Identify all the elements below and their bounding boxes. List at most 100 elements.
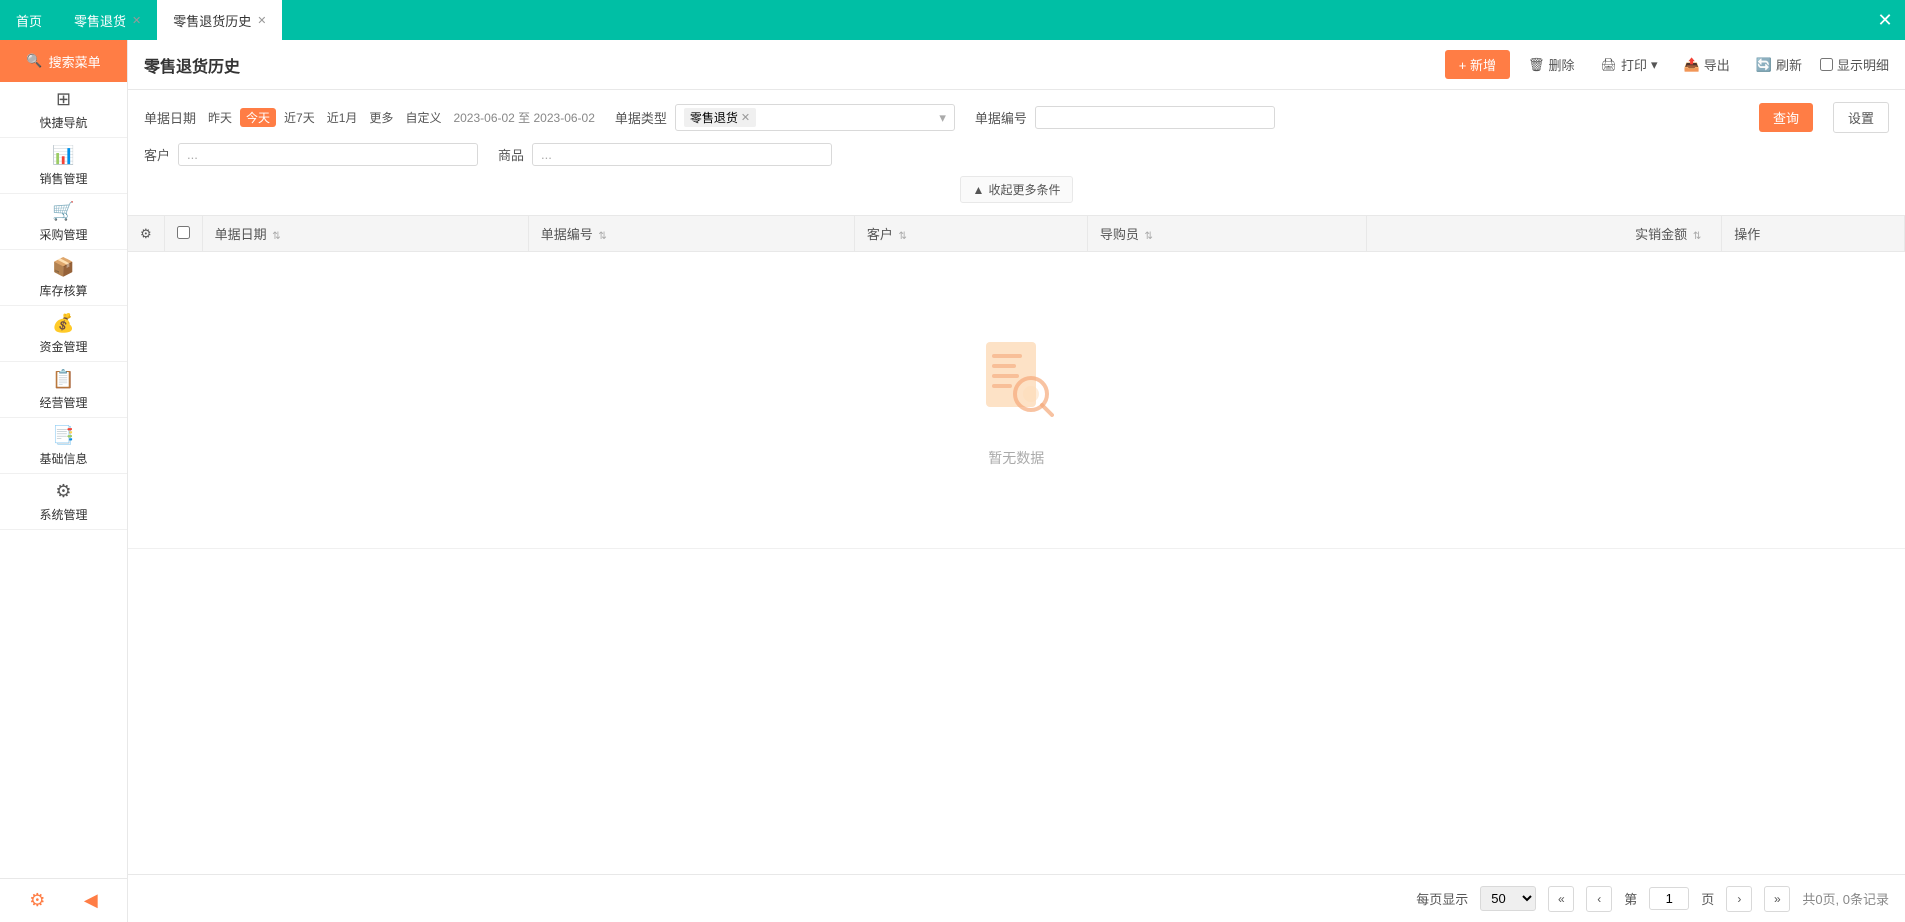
doc-number-input[interactable] [1035, 106, 1275, 129]
tab-bar: 首页 零售退货 ✕ 零售退货历史 ✕ [0, 0, 1865, 40]
th-settings[interactable]: ⚙ [128, 216, 164, 252]
refresh-button[interactable]: 🔄 刷新 [1748, 51, 1810, 78]
th-doc-number[interactable]: 单据编号 ⇅ [528, 216, 854, 252]
goods-placeholder: ... [541, 147, 552, 162]
next-page-button[interactable]: › [1726, 886, 1752, 912]
quick-nav-icon: ⊞ [56, 89, 71, 110]
date-range: 2023-06-02 至 2023-06-02 [453, 109, 594, 126]
settings-footer-icon[interactable]: ⚙ [29, 890, 45, 911]
th-doc-date-label: 单据日期 [215, 227, 267, 242]
top-bar: 首页 零售退货 ✕ 零售退货历史 ✕ ✕ [0, 0, 1905, 40]
doc-type-tag-close[interactable]: ✕ [741, 111, 750, 124]
goods-select[interactable]: ... [532, 143, 832, 166]
th-checkbox[interactable] [164, 216, 202, 252]
customer-select[interactable]: ... [178, 143, 478, 166]
th-doc-date[interactable]: 单据日期 ⇅ [202, 216, 528, 252]
display-detail-checkbox[interactable]: 显示明细 [1820, 55, 1889, 74]
doc-type-tag-text: 零售退货 [690, 109, 738, 126]
sort-amount-icon: ⇅ [1693, 231, 1701, 242]
sidebar-item-inventory[interactable]: 📦 库存核算 [0, 250, 127, 306]
th-customer-label: 客户 [867, 227, 893, 242]
th-amount[interactable]: 实销金额 ⇅ [1367, 216, 1722, 252]
empty-illustration [966, 332, 1066, 432]
search-icon: 🔍 [26, 53, 42, 69]
tab-retail-return-close[interactable]: ✕ [132, 14, 141, 27]
print-button[interactable]: 🖨 打印 ▾ [1593, 51, 1666, 78]
sidebar-search[interactable]: 🔍 搜索菜单 [0, 40, 127, 82]
page-number-input[interactable] [1649, 887, 1689, 910]
sidebar-item-operations[interactable]: 📋 经营管理 [0, 362, 127, 418]
sort-doc-number-icon: ⇅ [598, 231, 606, 242]
prev-page-button[interactable]: ‹ [1586, 886, 1612, 912]
main-layout: 🔍 搜索菜单 ⊞ 快捷导航 📊 销售管理 🛒 采购管理 📦 库存核算 💰 资金管… [0, 40, 1905, 922]
th-customer[interactable]: 客户 ⇅ [854, 216, 1087, 252]
window-close-button[interactable]: ✕ [1865, 0, 1905, 40]
display-detail-input[interactable] [1820, 58, 1833, 71]
export-button[interactable]: 📤 导出 [1676, 51, 1738, 78]
tab-home-label: 首页 [16, 11, 42, 30]
first-page-button[interactable]: « [1548, 886, 1574, 912]
new-button[interactable]: + 新增 [1445, 50, 1510, 79]
delete-button[interactable]: 🗑 删除 [1520, 51, 1583, 78]
sidebar-item-system[interactable]: ⚙ 系统管理 [0, 474, 127, 530]
sidebar-item-system-label: 系统管理 [39, 506, 87, 523]
doc-number-filter: 单据编号 [975, 106, 1275, 129]
refresh-label: 刷新 [1776, 55, 1802, 74]
print-dropdown-icon: ▾ [1651, 57, 1658, 73]
pagination-bar: 每页显示 20 50 100 « ‹ 第 页 › » 共0页, 0条记录 [128, 874, 1905, 922]
sort-guide-icon: ⇅ [1145, 231, 1153, 242]
last-page-button[interactable]: » [1764, 886, 1790, 912]
sidebar-item-basic-info[interactable]: 📑 基础信息 [0, 418, 127, 474]
content-area: 零售退货历史 + 新增 🗑 删除 🖨 打印 ▾ 📤 导出 🔄 [128, 40, 1905, 922]
collapse-label: 收起更多条件 [988, 181, 1060, 198]
doc-type-filter: 单据类型 零售退货 ✕ ▾ [615, 104, 955, 131]
settings-button[interactable]: 设置 [1833, 102, 1889, 133]
page-size-label: 每页显示 [1416, 889, 1468, 908]
operations-icon: 📋 [52, 369, 74, 390]
inventory-icon: 📦 [52, 257, 74, 278]
goods-filter-label: 商品 [498, 145, 524, 164]
sidebar-item-purchase-label: 采购管理 [39, 226, 87, 243]
sort-customer-icon: ⇅ [899, 231, 907, 242]
th-guide[interactable]: 导购员 ⇅ [1087, 216, 1367, 252]
page-label-after: 页 [1701, 889, 1714, 908]
th-amount-label: 实销金额 [1635, 227, 1687, 242]
refresh-icon: 🔄 [1756, 57, 1772, 73]
tab-retail-return[interactable]: 零售退货 ✕ [58, 0, 157, 40]
sidebar-item-sales[interactable]: 📊 销售管理 [0, 138, 127, 194]
collapse-sidebar-icon[interactable]: ◀ [84, 890, 98, 911]
select-all-checkbox[interactable] [177, 226, 190, 239]
more-btn[interactable]: 更多 [365, 108, 397, 127]
sidebar-item-sales-label: 销售管理 [39, 170, 87, 187]
date-filter: 单据日期 昨天 今天 近7天 近1月 更多 自定义 2023-06-02 至 2… [144, 108, 595, 127]
today-btn[interactable]: 今天 [240, 108, 276, 127]
query-button[interactable]: 查询 [1759, 103, 1813, 132]
yesterday-btn[interactable]: 昨天 [204, 108, 236, 127]
sidebar-item-quick-nav-label: 快捷导航 [39, 114, 87, 131]
doc-number-label: 单据编号 [975, 108, 1027, 127]
tab-retail-return-history[interactable]: 零售退货历史 ✕ [157, 0, 282, 40]
page-header: 零售退货历史 + 新增 🗑 删除 🖨 打印 ▾ 📤 导出 🔄 [128, 40, 1905, 90]
sidebar: 🔍 搜索菜单 ⊞ 快捷导航 📊 销售管理 🛒 采购管理 📦 库存核算 💰 资金管… [0, 40, 128, 922]
sidebar-item-basic-info-label: 基础信息 [39, 450, 87, 467]
month-btn[interactable]: 近1月 [323, 108, 362, 127]
tab-home[interactable]: 首页 [0, 0, 58, 40]
data-table: ⚙ 单据日期 ⇅ 单据编号 ⇅ 客户 ⇅ [128, 216, 1905, 549]
sidebar-item-purchase[interactable]: 🛒 采购管理 [0, 194, 127, 250]
delete-icon: 🗑 [1528, 57, 1545, 73]
table-header: ⚙ 单据日期 ⇅ 单据编号 ⇅ 客户 ⇅ [128, 216, 1905, 252]
custom-btn[interactable]: 自定义 [401, 108, 445, 127]
sidebar-item-quick-nav[interactable]: ⊞ 快捷导航 [0, 82, 127, 138]
week-btn[interactable]: 近7天 [280, 108, 319, 127]
page-size-select[interactable]: 20 50 100 [1480, 886, 1536, 911]
delete-label: 删除 [1549, 55, 1575, 74]
doc-type-select[interactable]: 零售退货 ✕ ▾ [675, 104, 955, 131]
tab-retail-return-history-close[interactable]: ✕ [257, 14, 266, 27]
print-icon: 🖨 [1601, 57, 1618, 73]
collapse-filter-button[interactable]: ▲ 收起更多条件 [960, 176, 1074, 203]
doc-type-tag: 零售退货 ✕ [684, 108, 756, 127]
filter-area: 单据日期 昨天 今天 近7天 近1月 更多 自定义 2023-06-02 至 2… [128, 90, 1905, 216]
th-doc-number-label: 单据编号 [541, 227, 593, 242]
empty-text: 暂无数据 [988, 448, 1044, 468]
sidebar-item-finance[interactable]: 💰 资金管理 [0, 306, 127, 362]
